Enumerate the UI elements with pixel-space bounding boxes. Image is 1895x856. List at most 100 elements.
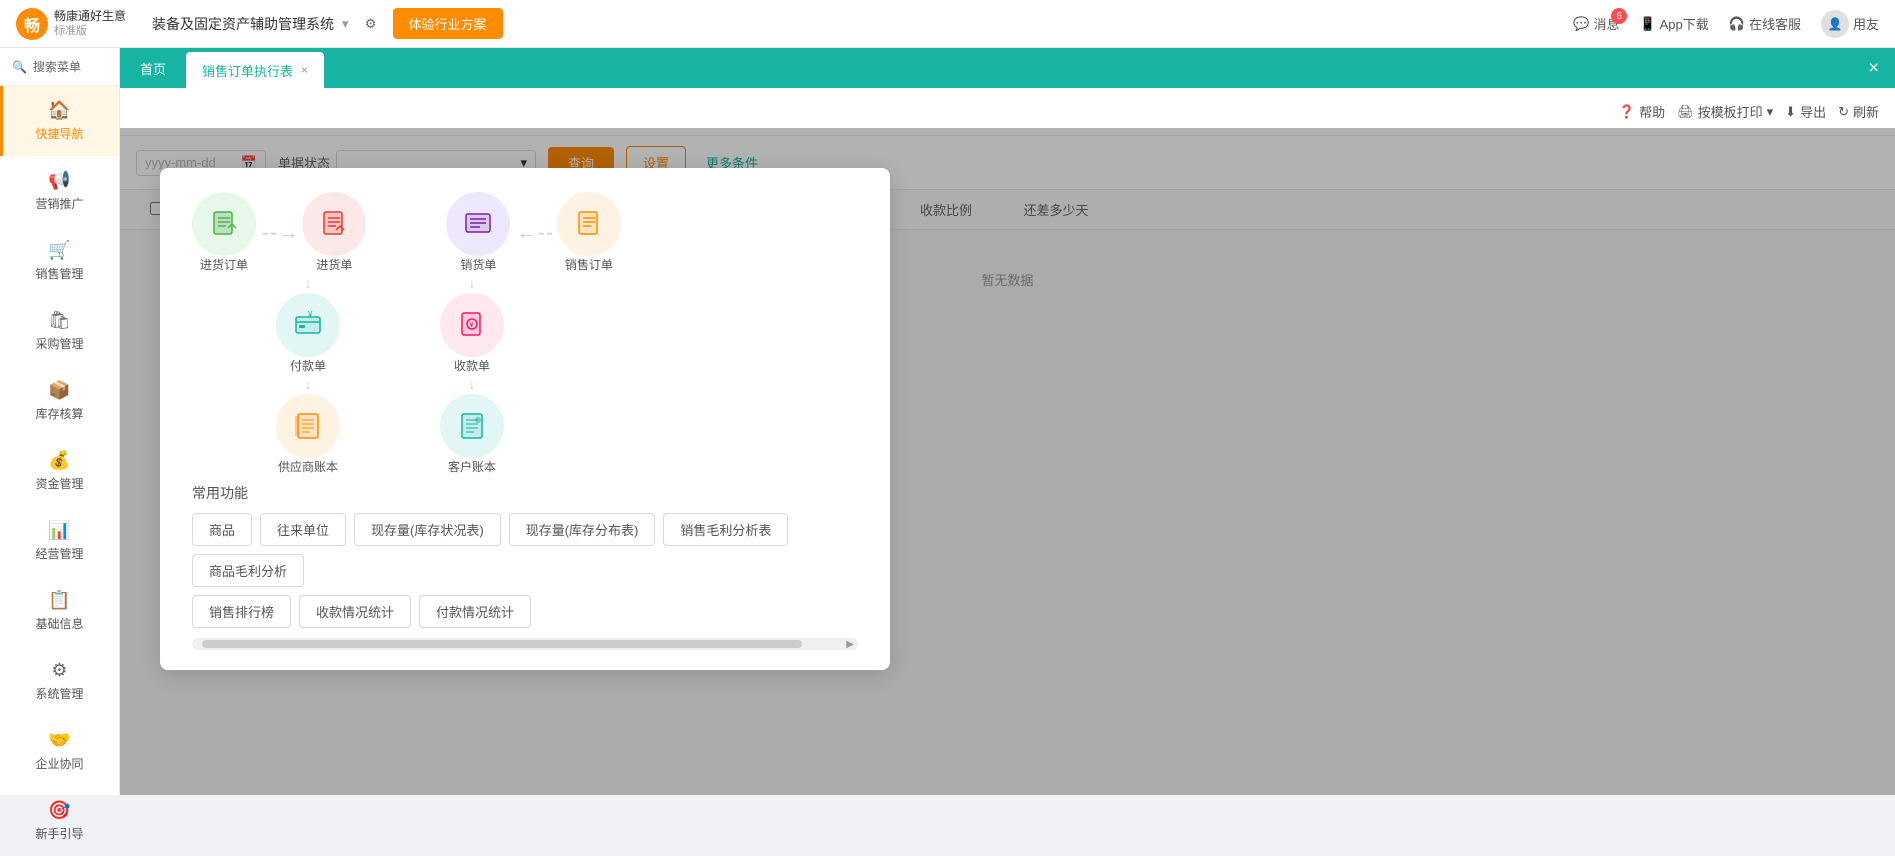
- close-main-icon[interactable]: ×: [1868, 58, 1879, 79]
- svg-text:¥: ¥: [470, 322, 474, 329]
- refresh-button[interactable]: ↻ 刷新: [1838, 102, 1879, 121]
- btn-goods[interactable]: 商品: [192, 513, 252, 546]
- btn-sales-gross-analysis[interactable]: 销售毛利分析表: [663, 513, 788, 546]
- logo-icon: 畅: [16, 8, 48, 40]
- btn-counterpart[interactable]: 往来单位: [260, 513, 346, 546]
- export-icon: ⬇: [1785, 104, 1796, 120]
- tabs-bar-right: ×: [1879, 48, 1895, 88]
- top-header: 畅 畅康通好生意 标准版 装备及固定资产辅助管理系统 ▾ ⚙ 体验行业方案 💬 …: [0, 0, 1895, 48]
- help-button[interactable]: ❓ 帮助: [1619, 102, 1665, 121]
- supplier-ledger-circle[interactable]: [276, 394, 340, 458]
- purchase-order-circle[interactable]: [192, 192, 256, 256]
- system-title: 装备及固定资产辅助管理系统 ▾ ⚙ 体验行业方案: [136, 8, 1573, 39]
- sidebar: 🔍 搜索菜单 🏠 快捷导航 📢 营销推广 🛒 销售管理 🛍 采购管理 📦 库存核…: [0, 48, 120, 795]
- content-panel: ❓ 帮助 🖨 按模板打印 ▾ ⬇ 导出 ↻ 刷新 yyyy-mm-dd: [120, 88, 1895, 795]
- system-icon: ⚙: [51, 660, 67, 681]
- newbie-icon: 🎯: [48, 800, 70, 821]
- common-title: 常用功能: [192, 483, 858, 503]
- flow-row-2: ↓ ¥ 付款单: [192, 273, 858, 374]
- basic-icon: 📋: [48, 590, 70, 611]
- arrow-so-to-sb: ← - -: [510, 222, 556, 273]
- customer-ledger-circle[interactable]: [440, 394, 504, 458]
- flow-supplier-col: ↓ 供应商账本: [276, 374, 340, 475]
- message-badge: 6: [1611, 8, 1627, 24]
- message-button[interactable]: 💬 消息 6: [1573, 14, 1619, 33]
- sidebar-item-inventory[interactable]: 📦 库存核算: [0, 366, 119, 436]
- arrow-payment-to-supplier: ↓: [305, 376, 312, 392]
- sidebar-item-system[interactable]: ⚙ 系统管理: [0, 646, 119, 716]
- common-btns-row2: 销售排行榜 收款情况统计 付款情况统计: [192, 595, 858, 628]
- flow-receipt-col: ↓ ¥ 收款单: [440, 273, 504, 374]
- svg-text:¥: ¥: [307, 310, 313, 319]
- header-right: 💬 消息 6 📱 App下载 🎧 在线客服 👤 用友: [1573, 10, 1879, 38]
- system-title-text: 装备及固定资产辅助管理系统: [152, 14, 334, 34]
- btn-payment-stats[interactable]: 付款情况统计: [419, 595, 531, 628]
- sales-icon: 🛒: [48, 240, 70, 261]
- sidebar-item-sales[interactable]: 🛒 销售管理: [0, 226, 119, 296]
- marketing-icon: 📢: [48, 170, 70, 191]
- btn-goods-gross[interactable]: 商品毛利分析: [192, 554, 304, 587]
- main-content: 首页 销售订单执行表 × × ❓ 帮助 🖨 按模板打印 ▾ ⬇ 导出: [120, 48, 1895, 795]
- operation-icon: 📊: [48, 520, 70, 541]
- payment-circle[interactable]: ¥: [276, 293, 340, 357]
- tabs-bar: 首页 销售订单执行表 × ×: [120, 48, 1895, 88]
- sale-order-circle[interactable]: [557, 192, 621, 256]
- flow-payment-col: ↓ ¥ 付款单: [276, 273, 340, 374]
- btn-inventory-dist[interactable]: 现存量(库存分布表): [509, 513, 656, 546]
- btn-receipt-stats[interactable]: 收款情况统计: [299, 595, 411, 628]
- phone-icon: 📱: [1639, 16, 1655, 32]
- purchase-bill-circle[interactable]: [302, 192, 366, 256]
- btn-sales-rank[interactable]: 销售排行榜: [192, 595, 291, 628]
- enterprise-icon: 🤝: [48, 730, 70, 751]
- sidebar-item-enterprise[interactable]: 🤝 企业协同: [0, 716, 119, 786]
- receipt-circle[interactable]: ¥: [440, 293, 504, 357]
- active-indicator: [0, 86, 3, 156]
- sidebar-item-operation[interactable]: 📊 经营管理: [0, 506, 119, 576]
- flow-item-purchase-order: 进货订单: [192, 192, 256, 273]
- headset-icon: 🎧: [1729, 16, 1745, 32]
- sidebar-item-marketing[interactable]: 📢 营销推广: [0, 156, 119, 226]
- search-icon: 🔍: [12, 60, 27, 74]
- online-service-button[interactable]: 🎧 在线客服: [1729, 14, 1801, 33]
- inventory-icon: 📦: [48, 380, 70, 401]
- modal-card: 进货订单 - - →: [160, 168, 890, 670]
- btn-inventory-status[interactable]: 现存量(库存状况表): [354, 513, 501, 546]
- arrow-pb-to-payment: ↓: [305, 275, 312, 291]
- app-download-button[interactable]: 📱 App下载: [1639, 14, 1708, 33]
- logo-text: 畅康通好生意 标准版: [54, 9, 126, 39]
- sidebar-item-quick[interactable]: 🏠 快捷导航: [0, 86, 119, 156]
- tab-close-button[interactable]: ×: [301, 63, 308, 77]
- gear-button[interactable]: ⚙: [357, 10, 385, 38]
- title-dropdown-icon[interactable]: ▾: [342, 16, 349, 32]
- message-icon: 💬: [1573, 16, 1589, 32]
- refresh-icon: ↻: [1838, 104, 1849, 120]
- export-button[interactable]: ⬇ 导出: [1785, 102, 1826, 121]
- sidebar-item-basic[interactable]: 📋 基础信息: [0, 576, 119, 646]
- scroll-right-arrow[interactable]: ▶: [846, 638, 854, 650]
- tab-sales-execution[interactable]: 销售订单执行表 ×: [186, 52, 324, 88]
- logo-area: 畅 畅康通好生意 标准版: [16, 8, 136, 40]
- scroll-thumb: [202, 640, 802, 648]
- help-icon: ❓: [1619, 104, 1635, 120]
- sidebar-item-finance[interactable]: 💰 资金管理: [0, 436, 119, 506]
- tab-home[interactable]: 首页: [120, 48, 186, 88]
- flow-item-sale-order: 销售订单: [557, 192, 621, 273]
- arrow-po-to-pb: - - →: [256, 222, 302, 273]
- sidebar-item-purchase[interactable]: 🛍 采购管理: [0, 296, 119, 366]
- finance-icon: 💰: [48, 450, 70, 471]
- arrow-receipt-to-customer: ↓: [469, 376, 476, 392]
- home-icon: 🏠: [48, 100, 70, 121]
- avatar: 👤: [1821, 10, 1849, 38]
- flow-customer-col: ↓ 客户账本: [440, 374, 504, 475]
- sale-bill-circle[interactable]: [446, 192, 510, 256]
- print-button[interactable]: 🖨 按模板打印 ▾: [1677, 102, 1773, 121]
- arrow-sb-to-receipt: ↓: [469, 275, 476, 291]
- common-btns-row1: 商品 往来单位 现存量(库存状况表) 现存量(库存分布表) 销售毛利分析表 商品…: [192, 513, 858, 587]
- scroll-bar[interactable]: ▶: [192, 638, 858, 650]
- search-menu-button[interactable]: 🔍 搜索菜单: [0, 48, 119, 86]
- modal-overlay: 进货订单 - - →: [120, 128, 1895, 795]
- user-button[interactable]: 👤 用友: [1821, 10, 1879, 38]
- flow-row-1: 进货订单 - - →: [192, 192, 858, 273]
- sidebar-item-newbie[interactable]: 🎯 新手引导: [0, 786, 119, 856]
- experience-button[interactable]: 体验行业方案: [393, 8, 503, 39]
